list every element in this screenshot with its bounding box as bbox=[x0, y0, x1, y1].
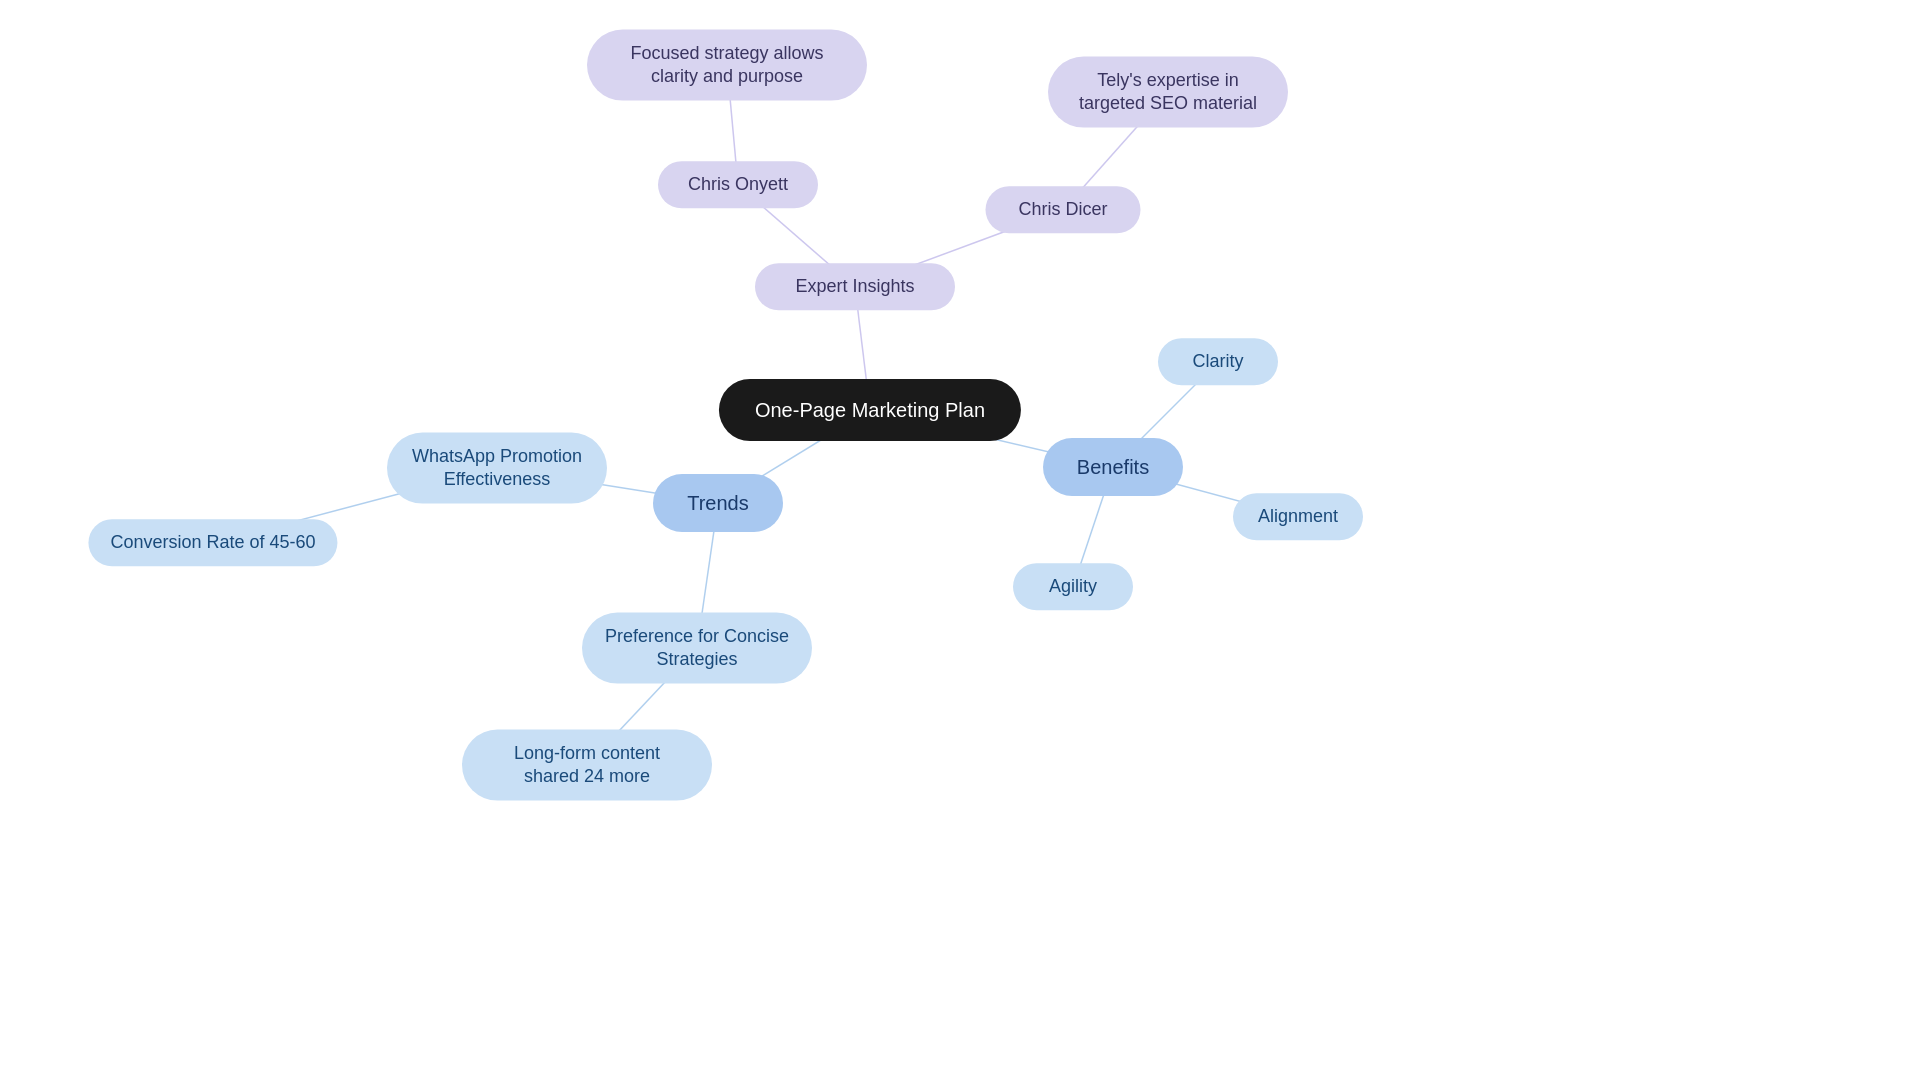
preference-node[interactable]: Preference for Concise Strategies bbox=[582, 613, 812, 684]
chris-onyett-node[interactable]: Chris Onyett bbox=[658, 161, 818, 208]
expert-insights-node[interactable]: Expert Insights bbox=[755, 263, 955, 310]
trends-node[interactable]: Trends bbox=[653, 474, 783, 532]
chris-dicer-node[interactable]: Chris Dicer bbox=[986, 186, 1141, 233]
alignment-node[interactable]: Alignment bbox=[1233, 493, 1363, 540]
benefits-node[interactable]: Benefits bbox=[1043, 438, 1183, 496]
mind-map: One-Page Marketing Plan Expert Insights … bbox=[0, 0, 1920, 1083]
focused-strategy-node[interactable]: Focused strategy allows clarity and purp… bbox=[587, 30, 867, 101]
long-form-node[interactable]: Long-form content shared 24 more bbox=[462, 730, 712, 801]
whatsapp-node[interactable]: WhatsApp Promotion Effectiveness bbox=[387, 433, 607, 504]
tely-expertise-node[interactable]: Tely's expertise in targeted SEO materia… bbox=[1048, 57, 1288, 128]
center-node[interactable]: One-Page Marketing Plan bbox=[719, 379, 1021, 441]
agility-node[interactable]: Agility bbox=[1013, 563, 1133, 610]
conversion-rate-node[interactable]: Conversion Rate of 45-60 bbox=[88, 519, 337, 566]
clarity-node[interactable]: Clarity bbox=[1158, 338, 1278, 385]
